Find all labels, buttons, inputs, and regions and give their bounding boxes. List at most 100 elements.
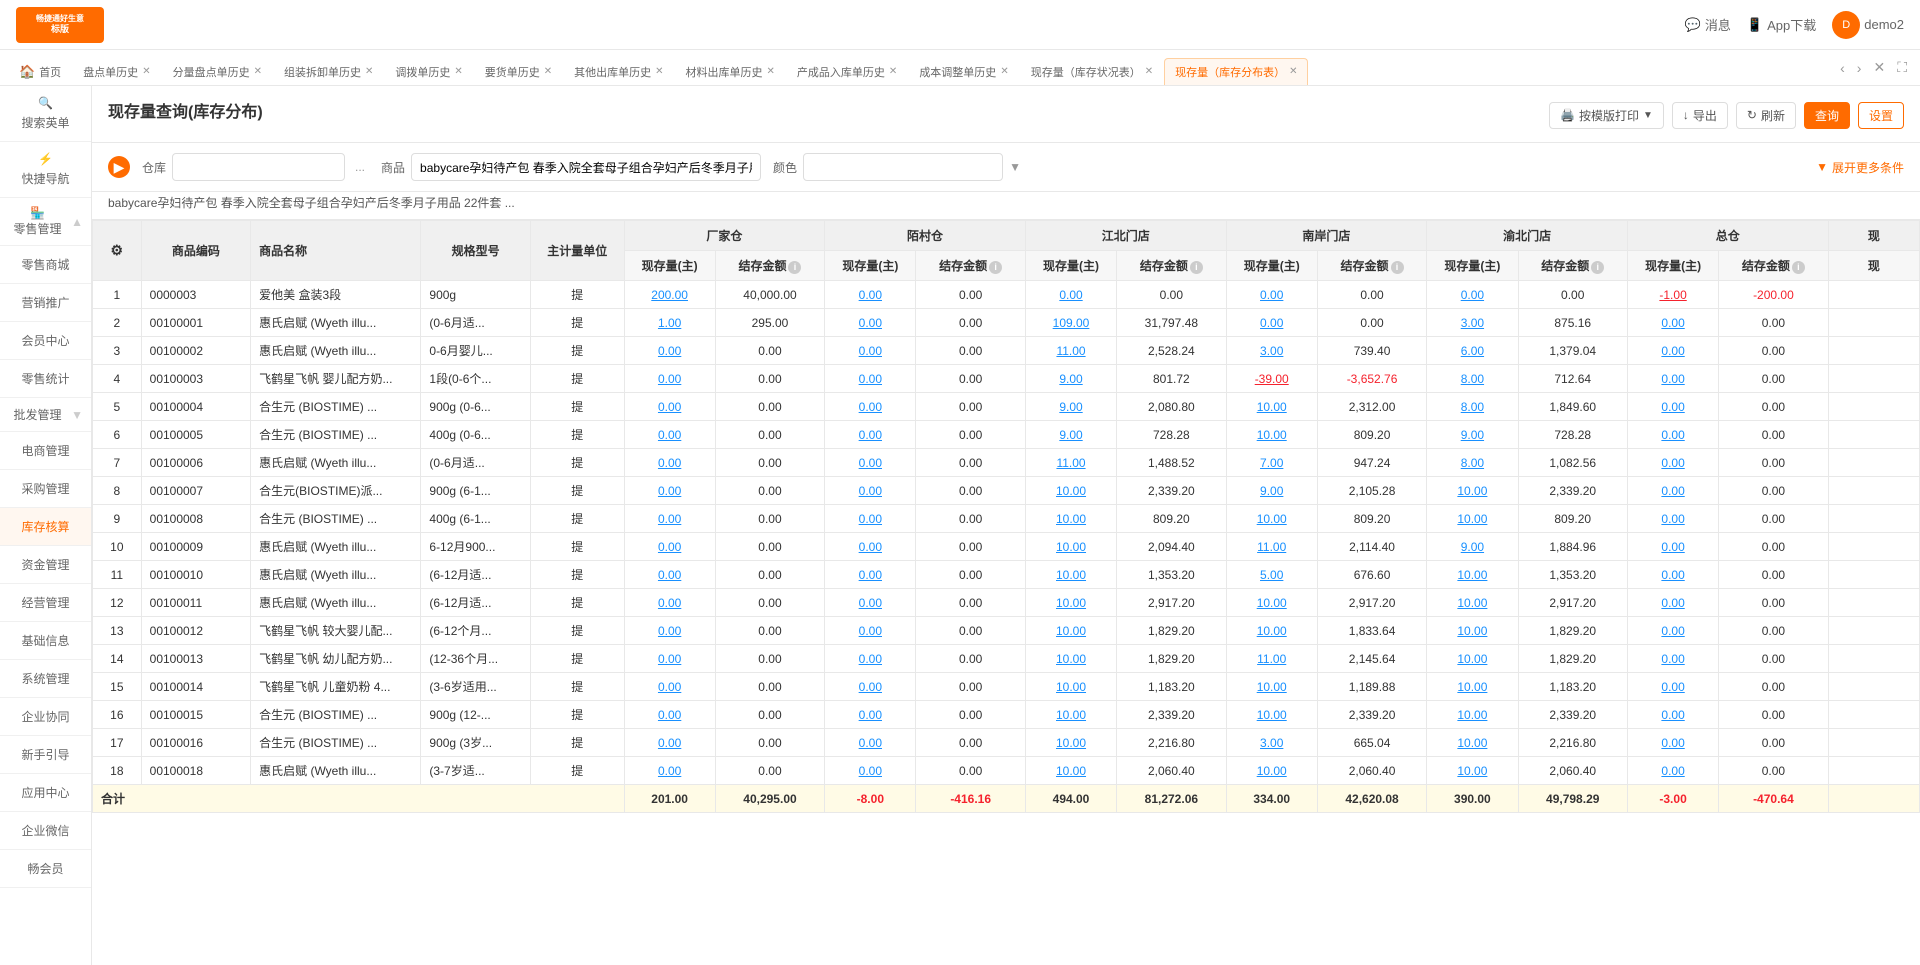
row-jiangbei-qty[interactable]: 10.00 — [1025, 561, 1116, 589]
user-menu[interactable]: D demo2 — [1832, 11, 1904, 39]
row-jiangbei-qty[interactable]: 10.00 — [1025, 673, 1116, 701]
row-yubei-qty[interactable]: 8.00 — [1427, 449, 1518, 477]
row-jiangbei-qty[interactable]: 10.00 — [1025, 589, 1116, 617]
row-nanan-qty[interactable]: 0.00 — [1226, 281, 1317, 309]
export-btn[interactable]: ↓ 导出 — [1672, 102, 1728, 129]
row-total-qty[interactable]: 0.00 — [1627, 365, 1718, 393]
row-yubei-qty[interactable]: 9.00 — [1427, 533, 1518, 561]
row-factory-qty[interactable]: 200.00 — [624, 281, 715, 309]
factory-amt-info[interactable]: i — [788, 261, 801, 274]
row-factory-qty[interactable]: 0.00 — [624, 729, 715, 757]
refresh-btn[interactable]: ↻ 刷新 — [1736, 102, 1796, 129]
tab-6[interactable]: 其他出库单历史 ✕ — [563, 58, 674, 86]
row-nanan-qty[interactable]: 10.00 — [1226, 505, 1317, 533]
tab-home[interactable]: 🏠 首页 — [8, 58, 72, 86]
col-gear[interactable]: ⚙ — [93, 221, 142, 281]
sidebar-item-wechat[interactable]: 企业微信 — [0, 812, 91, 850]
row-factory-qty[interactable]: 0.00 — [624, 533, 715, 561]
row-total-qty[interactable]: 0.00 — [1627, 673, 1718, 701]
row-nanan-qty[interactable]: 10.00 — [1226, 617, 1317, 645]
nanan-amt-info[interactable]: i — [1391, 261, 1404, 274]
row-total-qty[interactable]: 0.00 — [1627, 645, 1718, 673]
tab-5[interactable]: 要货单历史 ✕ — [474, 58, 563, 86]
row-jiangbei-qty[interactable]: 9.00 — [1025, 421, 1116, 449]
row-total-qty[interactable]: -1.00 — [1627, 281, 1718, 309]
close-tab-8[interactable]: ✕ — [889, 66, 897, 77]
tab-4[interactable]: 调拨单历史 ✕ — [384, 58, 473, 86]
row-factory-qty[interactable]: 1.00 — [624, 309, 715, 337]
row-total-qty[interactable]: 0.00 — [1627, 757, 1718, 785]
table-container[interactable]: ⚙ 商品编码 商品名称 规格型号 主计量单位 厂家仓 陌村仓 江北门店 南岸门店… — [92, 220, 1920, 965]
row-yubei-qty[interactable]: 10.00 — [1427, 645, 1518, 673]
row-nanan-qty[interactable]: 10.00 — [1226, 701, 1317, 729]
sidebar-item-finance[interactable]: 资金管理 — [0, 546, 91, 584]
row-mucun-qty[interactable]: 0.00 — [825, 421, 916, 449]
row-jiangbei-qty[interactable]: 10.00 — [1025, 645, 1116, 673]
row-factory-qty[interactable]: 0.00 — [624, 589, 715, 617]
close-tab-9[interactable]: ✕ — [1000, 66, 1008, 77]
tab-next[interactable]: › — [1852, 58, 1867, 78]
row-nanan-qty[interactable]: 5.00 — [1226, 561, 1317, 589]
row-jiangbei-qty[interactable]: 10.00 — [1025, 505, 1116, 533]
sidebar-item-inventory[interactable]: 库存核算 — [0, 508, 91, 546]
row-yubei-qty[interactable]: 10.00 — [1427, 729, 1518, 757]
tab-2[interactable]: 分量盘点单历史 ✕ — [162, 58, 273, 86]
row-jiangbei-qty[interactable]: 10.00 — [1025, 477, 1116, 505]
color-input[interactable] — [803, 153, 1003, 181]
row-mucun-qty[interactable]: 0.00 — [825, 309, 916, 337]
row-factory-qty[interactable]: 0.00 — [624, 393, 715, 421]
sidebar-item-ecommerce[interactable]: 电商管理 — [0, 432, 91, 470]
row-total-qty[interactable]: 0.00 — [1627, 589, 1718, 617]
tab-3[interactable]: 组装拆卸单历史 ✕ — [273, 58, 384, 86]
row-mucun-qty[interactable]: 0.00 — [825, 701, 916, 729]
row-nanan-qty[interactable]: 10.00 — [1226, 589, 1317, 617]
row-mucun-qty[interactable]: 0.00 — [825, 617, 916, 645]
row-total-qty[interactable]: 0.00 — [1627, 337, 1718, 365]
row-jiangbei-qty[interactable]: 10.00 — [1025, 617, 1116, 645]
row-jiangbei-qty[interactable]: 10.00 — [1025, 533, 1116, 561]
row-total-qty[interactable]: 0.00 — [1627, 617, 1718, 645]
sidebar-item-purchase[interactable]: 采购管理 — [0, 470, 91, 508]
row-total-qty[interactable]: 0.00 — [1627, 393, 1718, 421]
row-mucun-qty[interactable]: 0.00 — [825, 505, 916, 533]
row-yubei-qty[interactable]: 8.00 — [1427, 393, 1518, 421]
close-tab-1[interactable]: ✕ — [142, 66, 150, 77]
close-tab-6[interactable]: ✕ — [655, 66, 663, 77]
tab-11[interactable]: 现存量（库存分布表） ✕ — [1164, 58, 1308, 86]
row-jiangbei-qty[interactable]: 11.00 — [1025, 337, 1116, 365]
row-factory-qty[interactable]: 0.00 — [624, 673, 715, 701]
row-mucun-qty[interactable]: 0.00 — [825, 533, 916, 561]
sidebar-item-app-center[interactable]: 应用中心 — [0, 774, 91, 812]
tab-close-all[interactable]: ✕ — [1868, 57, 1890, 78]
row-nanan-qty[interactable]: 0.00 — [1226, 309, 1317, 337]
sidebar-item-retail-mgmt[interactable]: 🏪 零售管理 ▲ — [0, 198, 91, 246]
row-yubei-qty[interactable]: 10.00 — [1427, 505, 1518, 533]
close-tab-11[interactable]: ✕ — [1289, 66, 1297, 77]
row-factory-qty[interactable]: 0.00 — [624, 701, 715, 729]
sidebar-item-system[interactable]: 系统管理 — [0, 660, 91, 698]
warehouse-input[interactable] — [172, 153, 345, 181]
settings-btn[interactable]: 设置 — [1858, 102, 1904, 129]
close-tab-7[interactable]: ✕ — [767, 66, 775, 77]
row-factory-qty[interactable]: 0.00 — [624, 337, 715, 365]
sidebar-item-operations[interactable]: 经营管理 — [0, 584, 91, 622]
row-mucun-qty[interactable]: 0.00 — [825, 393, 916, 421]
sidebar-item-retail-stats[interactable]: 零售统计 — [0, 360, 91, 398]
row-total-qty[interactable]: 0.00 — [1627, 701, 1718, 729]
row-jiangbei-qty[interactable]: 10.00 — [1025, 701, 1116, 729]
close-tab-5[interactable]: ✕ — [544, 66, 552, 77]
print-btn[interactable]: 🖨️ 按模版打印 ▼ — [1549, 102, 1664, 129]
row-nanan-qty[interactable]: 7.00 — [1226, 449, 1317, 477]
row-yubei-qty[interactable]: 10.00 — [1427, 561, 1518, 589]
row-factory-qty[interactable]: 0.00 — [624, 505, 715, 533]
row-nanan-qty[interactable]: 3.00 — [1226, 337, 1317, 365]
row-total-qty[interactable]: 0.00 — [1627, 449, 1718, 477]
sidebar-item-guide[interactable]: 新手引导 — [0, 736, 91, 774]
row-total-qty[interactable]: 0.00 — [1627, 477, 1718, 505]
sidebar-item-marketing[interactable]: 营销推广 — [0, 284, 91, 322]
row-yubei-qty[interactable]: 9.00 — [1427, 421, 1518, 449]
row-total-qty[interactable]: 0.00 — [1627, 729, 1718, 757]
query-btn[interactable]: 查询 — [1804, 102, 1850, 129]
app-download-btn[interactable]: 📱 App下载 — [1747, 15, 1816, 34]
row-jiangbei-qty[interactable]: 0.00 — [1025, 281, 1116, 309]
